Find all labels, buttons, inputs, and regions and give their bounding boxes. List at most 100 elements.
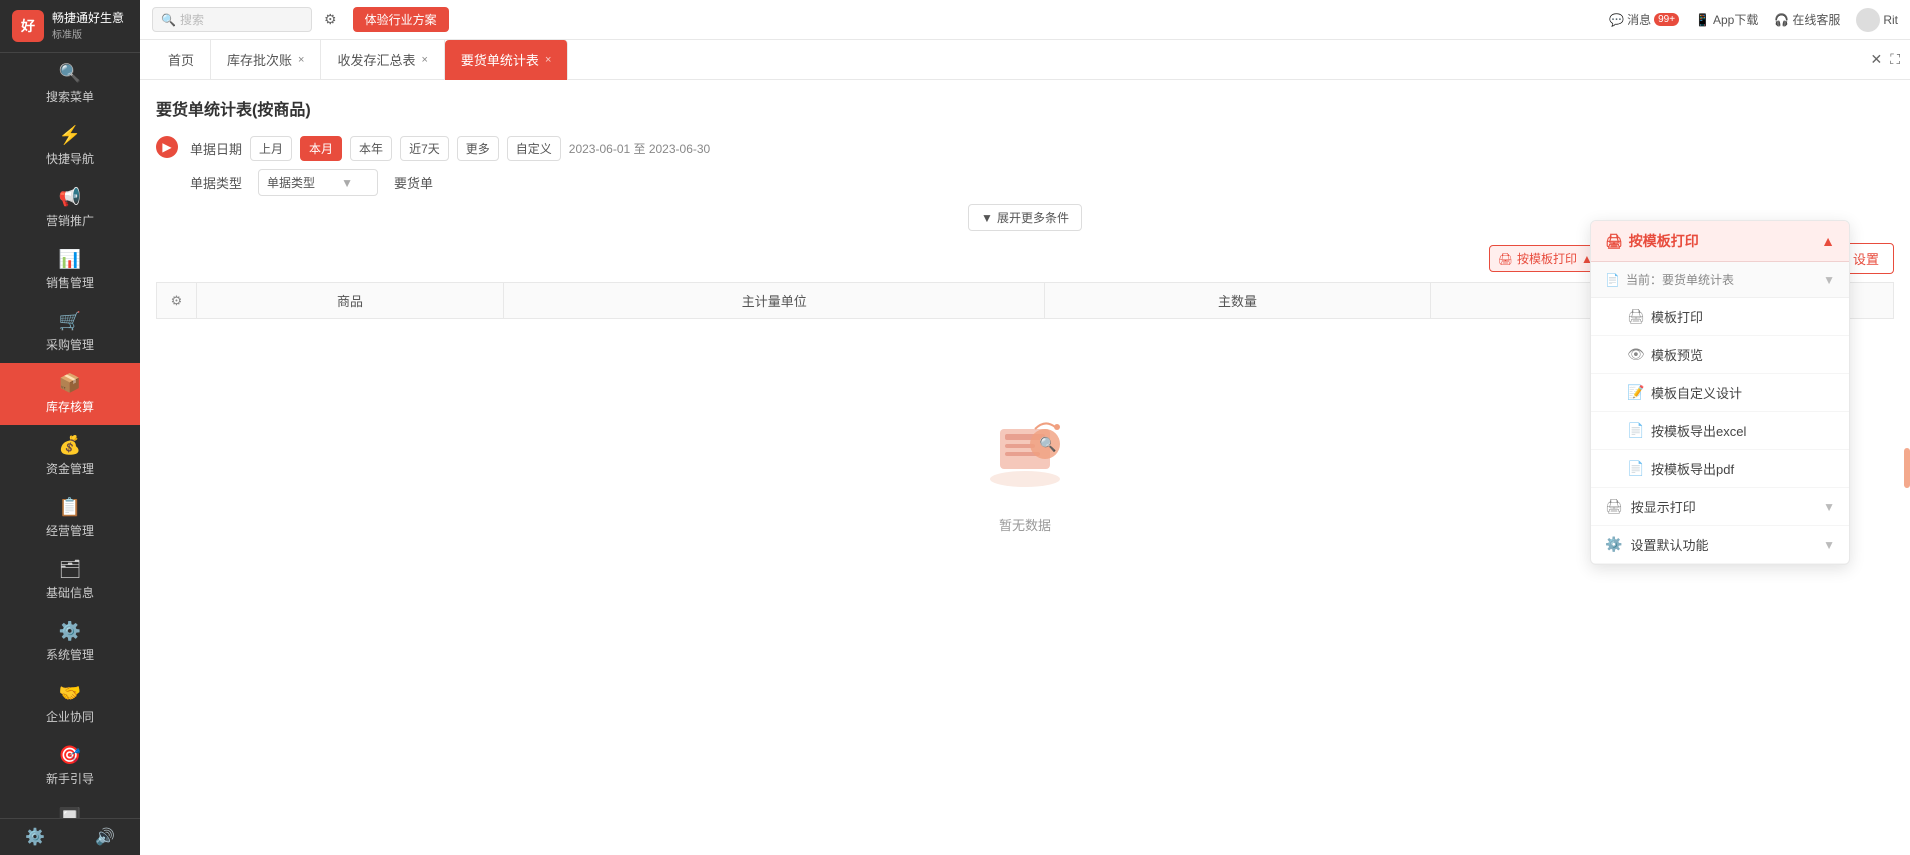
goods-label: 要货单: [394, 173, 433, 192]
tab-close-order-summary[interactable]: ×: [545, 54, 551, 66]
sidebar-bottom: ⚙️ 🔊: [0, 818, 140, 855]
sidebar-item-guide[interactable]: 🎯 新手引导: [0, 735, 140, 797]
tab-close-inventory-batch[interactable]: ×: [298, 54, 304, 66]
tab-maximize-icon[interactable]: ⛶: [1890, 51, 1900, 68]
settings-bottom-icon[interactable]: ⚙️: [25, 827, 45, 847]
sidebar-item-system[interactable]: ⚙️ 系统管理: [0, 611, 140, 673]
tab-close-all-icon[interactable]: ✕: [1870, 51, 1882, 68]
sidebar-item-marketing[interactable]: 📢 营销推广: [0, 177, 140, 239]
trial-button[interactable]: 体验行业方案: [353, 7, 449, 32]
filter-expand-button[interactable]: ▶: [156, 136, 178, 158]
finance-icon: 💰: [59, 435, 81, 456]
tab-home[interactable]: 首页: [152, 40, 211, 80]
sidebar-item-apps[interactable]: 🔲 应用中心: [0, 797, 140, 818]
cooperation-icon: 🤝: [59, 683, 81, 704]
dropdown-item-default-settings[interactable]: ⚙️ 设置默认功能 ▼: [1591, 526, 1849, 564]
sidebar-item-purchase[interactable]: 🛒 采购管理: [0, 301, 140, 363]
template-preview-icon: 👁: [1627, 346, 1643, 363]
dropdown-item-template-pdf[interactable]: 📄 按模板导出pdf: [1591, 450, 1849, 488]
date-filter-label: 单据日期: [190, 139, 242, 158]
tab-inventory-batch[interactable]: 库存批次账 ×: [211, 40, 321, 80]
inventory-icon: 📦: [59, 373, 81, 394]
sidebar-label-search: 搜索菜单: [46, 88, 94, 105]
sidebar-label-guide: 新手引导: [46, 770, 94, 787]
sidebar-item-basic[interactable]: 🗂 基础信息: [0, 549, 140, 611]
current-chevron-icon: ▼: [1823, 273, 1835, 287]
dropdown-item-template-preview[interactable]: 👁 模板预览: [1591, 336, 1849, 374]
page-content: 要货单统计表(按商品) ▶ 单据日期 上月 本月 本年 近7天 更多 自定义 2…: [140, 80, 1910, 855]
empty-illustration: 🔍: [975, 399, 1075, 499]
sidebar-label-operation: 经营管理: [46, 522, 94, 539]
guide-icon: 🎯: [59, 745, 81, 766]
message-icon: 💬: [1609, 13, 1624, 27]
sound-icon[interactable]: 🔊: [95, 827, 115, 847]
topbar: 🔍 搜索 ⚙ 体验行业方案 💬 消息 99+ 📱 App下载 🎧 在线客服 Ri…: [140, 0, 1910, 40]
date-btn-this-year[interactable]: 本年: [350, 136, 392, 161]
search-placeholder: 搜索: [180, 11, 204, 28]
dropdown-item-template-print[interactable]: 🖨 模板打印: [1591, 298, 1849, 336]
dropdown-item-display-print[interactable]: 🖨 按显示打印 ▼: [1591, 488, 1849, 526]
sidebar-nav: 🔍 搜索菜单 ⚡ 快捷导航 📢 营销推广 📊 销售管理 🛒 采购管理 📦 库存核…: [0, 53, 140, 818]
sidebar-item-quick-nav[interactable]: ⚡ 快捷导航: [0, 115, 140, 177]
sidebar-item-cooperation[interactable]: 🤝 企业协同: [0, 673, 140, 735]
print-template-dropdown: 🖨 按模板打印 ▲ 📄 当前：要货单统计表 ▼ 🖨 模板打印 👁 模板: [1590, 220, 1850, 565]
sidebar-label-cooperation: 企业协同: [46, 708, 94, 725]
headset-icon: 🎧: [1774, 13, 1789, 27]
gear-icon[interactable]: ⚙: [324, 11, 337, 28]
user-avatar: [1856, 8, 1880, 32]
date-range: 2023-06-01 至 2023-06-30: [569, 140, 710, 157]
apps-icon: 🔲: [59, 807, 81, 818]
app-logo: 好 畅捷通好生意 标准版: [0, 0, 140, 53]
sidebar-label-basic: 基础信息: [46, 584, 94, 601]
sidebar-label-finance: 资金管理: [46, 460, 94, 477]
col-goods: 商品: [197, 283, 504, 319]
date-btn-more[interactable]: 更多: [457, 136, 499, 161]
logo-icon: 好: [12, 10, 44, 42]
sidebar-label-sales: 销售管理: [46, 274, 94, 291]
filter-container: ▶ 单据日期 上月 本月 本年 近7天 更多 自定义 2023-06-01 至 …: [156, 136, 1894, 196]
sidebar-item-inventory[interactable]: 📦 库存核算: [0, 363, 140, 425]
table-settings-icon[interactable]: ⚙: [171, 293, 183, 308]
username: Rit: [1883, 13, 1898, 27]
main-area: 🔍 搜索 ⚙ 体验行业方案 💬 消息 99+ 📱 App下载 🎧 在线客服 Ri…: [140, 0, 1910, 855]
system-icon: ⚙️: [59, 621, 81, 642]
date-btn-last-month[interactable]: 上月: [250, 136, 292, 161]
table-settings-header: ⚙: [157, 283, 197, 319]
app-download-item[interactable]: 📱 App下载: [1695, 11, 1758, 28]
default-settings-arrow: ▼: [1823, 538, 1835, 552]
current-template-label: 当前：要货单统计表: [1626, 271, 1734, 288]
col-quantity: 主数量: [1045, 283, 1430, 319]
chevron-down-icon: ▼: [981, 211, 993, 225]
user-item[interactable]: Rit: [1856, 8, 1898, 32]
sidebar-item-finance[interactable]: 💰 资金管理: [0, 425, 140, 487]
date-filter-row: 单据日期 上月 本月 本年 近7天 更多 自定义 2023-06-01 至 20…: [190, 136, 710, 161]
template-print-icon: 🖨: [1627, 308, 1643, 325]
empty-text: 暂无数据: [999, 515, 1051, 534]
dropdown-close-icon[interactable]: ▲: [1821, 233, 1835, 249]
sidebar-item-search[interactable]: 🔍 搜索菜单: [0, 53, 140, 115]
type-select[interactable]: 单据类型 ▼: [258, 169, 378, 196]
date-btn-this-month[interactable]: 本月: [300, 136, 342, 161]
dropdown-item-template-custom[interactable]: 📝 模板自定义设计: [1591, 374, 1849, 412]
search-box[interactable]: 🔍 搜索: [152, 7, 312, 32]
marketing-icon: 📢: [59, 187, 81, 208]
date-btn-7days[interactable]: 近7天: [400, 136, 449, 161]
message-item[interactable]: 💬 消息 99+: [1609, 11, 1679, 28]
online-service-item[interactable]: 🎧 在线客服: [1774, 11, 1840, 28]
purchase-icon: 🛒: [59, 311, 81, 332]
type-filter-row: 单据类型 单据类型 ▼ 要货单: [190, 169, 710, 196]
tab-order-summary[interactable]: 要货单统计表 ×: [445, 40, 568, 80]
date-btn-custom[interactable]: 自定义: [507, 136, 561, 161]
dropdown-item-template-excel[interactable]: 📄 按模板导出excel: [1591, 412, 1849, 450]
sidebar-label-system: 系统管理: [46, 646, 94, 663]
default-settings-icon: ⚙️: [1605, 536, 1622, 553]
tab-close-receivable-summary[interactable]: ×: [421, 54, 427, 66]
sidebar-item-operation[interactable]: 📋 经营管理: [0, 487, 140, 549]
print-template-button[interactable]: 🖨 按模板打印 ▲: [1489, 245, 1602, 272]
tab-receivable-summary[interactable]: 收发存汇总表 ×: [321, 40, 444, 80]
expand-more-button[interactable]: ▼ 展开更多条件: [968, 204, 1082, 231]
sidebar-item-sales[interactable]: 📊 销售管理: [0, 239, 140, 301]
tabbar-right: ✕ ⛶: [1870, 51, 1910, 68]
tabbar: 首页 库存批次账 × 收发存汇总表 × 要货单统计表 × ✕ ⛶: [140, 40, 1910, 80]
col-unit: 主计量单位: [503, 283, 1045, 319]
